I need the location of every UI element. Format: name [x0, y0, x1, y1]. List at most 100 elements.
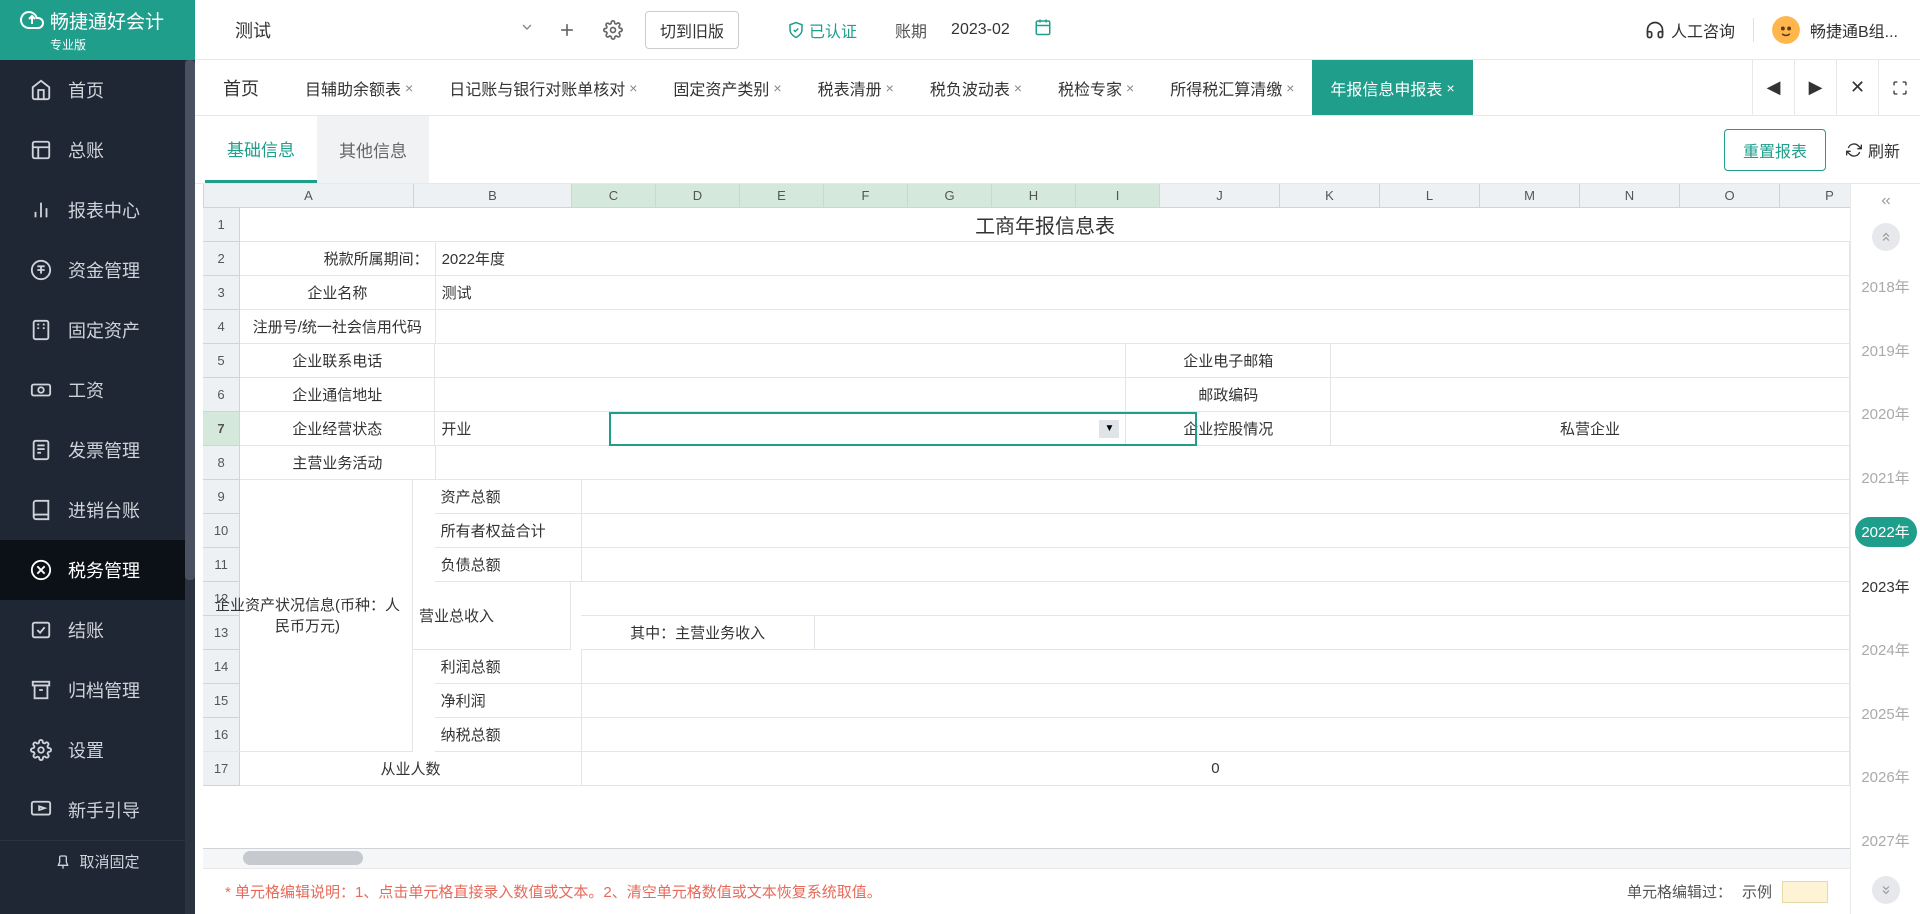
year-item-2026年[interactable]: 2026年 — [1851, 753, 1920, 801]
sub-tab-other[interactable]: 其他信息 — [317, 116, 429, 183]
status-select[interactable]: 开业▼ — [435, 412, 1126, 446]
add-button[interactable] — [553, 16, 581, 44]
tab-5[interactable]: 税检专家 × — [1040, 60, 1152, 115]
grid-body[interactable]: 1工商年报信息表2税款所属期间：2022年度3企业名称测试4注册号/统一社会信用… — [203, 208, 1850, 848]
sub-tab-basic[interactable]: 基础信息 — [205, 116, 317, 183]
company-selector[interactable]: 测试 — [235, 17, 535, 43]
column-header-I[interactable]: I — [1076, 184, 1160, 207]
column-header-J[interactable]: J — [1160, 184, 1280, 207]
sidebar-item-2[interactable]: 报表中心 — [0, 180, 195, 240]
column-header-H[interactable]: H — [992, 184, 1076, 207]
row-header-6[interactable]: 6 — [203, 378, 240, 412]
total-profit-value[interactable] — [582, 650, 1850, 684]
tabs-prev-button[interactable]: ◀ — [1752, 60, 1794, 116]
sidebar-item-0[interactable]: 首页 — [0, 60, 195, 120]
tab-close-icon[interactable]: × — [1126, 80, 1134, 96]
total-rev-value[interactable] — [581, 582, 1850, 616]
year-rail-collapse[interactable] — [1879, 194, 1893, 213]
sidebar-item-6[interactable]: 发票管理 — [0, 420, 195, 480]
holding-value[interactable]: 私营企业 — [1331, 412, 1850, 446]
main-biz-value[interactable] — [436, 446, 1850, 480]
reset-report-button[interactable]: 重置报表 — [1724, 129, 1826, 171]
sidebar-item-1[interactable]: 总账 — [0, 120, 195, 180]
tabs-close-button[interactable]: ✕ — [1836, 60, 1878, 116]
year-item-2027年[interactable]: 2027年 — [1851, 816, 1920, 864]
dropdown-icon[interactable]: ▼ — [1099, 420, 1119, 438]
column-header-N[interactable]: N — [1580, 184, 1680, 207]
tabs-next-button[interactable]: ▶ — [1794, 60, 1836, 116]
sidebar-item-9[interactable]: 结账 — [0, 600, 195, 660]
total-assets-value[interactable] — [582, 480, 1850, 514]
sidebar-scrollbar[interactable] — [185, 60, 195, 914]
sidebar-item-11[interactable]: 设置 — [0, 720, 195, 780]
column-header-C[interactable]: C — [572, 184, 656, 207]
year-item-2025年[interactable]: 2025年 — [1851, 689, 1920, 737]
tab-close-icon[interactable]: × — [629, 80, 637, 96]
tab-6[interactable]: 所得税汇算清缴 × — [1152, 60, 1312, 115]
main-rev-value[interactable] — [815, 616, 1850, 650]
tab-close-icon[interactable]: × — [886, 80, 894, 96]
reg-value[interactable] — [436, 310, 1850, 344]
row-header-1[interactable]: 1 — [203, 208, 240, 242]
total-liab-value[interactable] — [582, 548, 1850, 582]
sidebar-item-10[interactable]: 归档管理 — [0, 660, 195, 720]
phone-value[interactable] — [435, 344, 1126, 378]
tab-close-icon[interactable]: × — [405, 80, 413, 96]
column-header-D[interactable]: D — [656, 184, 740, 207]
year-item-2021年[interactable]: 2021年 — [1851, 453, 1920, 501]
column-header-E[interactable]: E — [740, 184, 824, 207]
net-profit-value[interactable] — [582, 684, 1850, 718]
tab-1[interactable]: 日记账与银行对账单核对 × — [431, 60, 655, 115]
year-item-2018年[interactable]: 2018年 — [1851, 263, 1920, 311]
fullscreen-button[interactable] — [1878, 60, 1920, 116]
row-header-7[interactable]: 7 — [203, 412, 240, 446]
year-item-2020年[interactable]: 2020年 — [1851, 390, 1920, 438]
year-item-2022年[interactable]: 2022年 — [1855, 517, 1917, 547]
tab-close-icon[interactable]: × — [1446, 80, 1454, 96]
year-item-2024年[interactable]: 2024年 — [1851, 626, 1920, 674]
sidebar-item-7[interactable]: 进销台账 — [0, 480, 195, 540]
year-prev-button[interactable] — [1872, 223, 1900, 251]
settings-gear-button[interactable] — [599, 16, 627, 44]
tab-4[interactable]: 税负波动表 × — [912, 60, 1040, 115]
tab-3[interactable]: 税表清册 × — [800, 60, 912, 115]
app-logo[interactable]: 畅捷通好会计 专业版 — [0, 0, 195, 60]
column-header-G[interactable]: G — [908, 184, 992, 207]
horizontal-scrollbar[interactable] — [203, 848, 1850, 868]
user-menu[interactable]: 畅捷通B组... — [1772, 16, 1898, 44]
tab-close-icon[interactable]: × — [1014, 80, 1022, 96]
tab-home[interactable]: 首页 — [195, 60, 287, 115]
row-header-4[interactable]: 4 — [203, 310, 240, 344]
unpin-sidebar-button[interactable]: 取消固定 — [0, 840, 195, 882]
period-value-cell[interactable]: 2022年度 — [436, 242, 1850, 276]
tab-0[interactable]: 目辅助余额表 × — [287, 60, 431, 115]
row-header-17[interactable]: 17 — [203, 752, 240, 786]
year-item-2023年[interactable]: 2023年 — [1851, 562, 1920, 610]
column-header-M[interactable]: M — [1480, 184, 1580, 207]
sidebar-item-4[interactable]: 固定资产 — [0, 300, 195, 360]
email-value[interactable] — [1331, 344, 1850, 378]
sidebar-item-8[interactable]: 税务管理 — [0, 540, 195, 600]
sidebar-item-3[interactable]: 资金管理 — [0, 240, 195, 300]
tab-7[interactable]: 年报信息申报表 × — [1312, 60, 1472, 115]
column-header-A[interactable]: A — [204, 184, 414, 207]
tab-2[interactable]: 固定资产类别 × — [655, 60, 799, 115]
tab-close-icon[interactable]: × — [1286, 80, 1294, 96]
row-header-2[interactable]: 2 — [203, 242, 240, 276]
row-header-3[interactable]: 3 — [203, 276, 240, 310]
refresh-button[interactable]: 刷新 — [1846, 138, 1900, 162]
zip-value[interactable] — [1331, 378, 1850, 412]
total-tax-value[interactable] — [582, 718, 1850, 752]
employees-value[interactable]: 0 — [582, 752, 1850, 786]
addr-value[interactable] — [435, 378, 1126, 412]
co-name-value[interactable]: 测试 — [436, 276, 1850, 310]
tab-close-icon[interactable]: × — [773, 80, 781, 96]
switch-old-version-button[interactable]: 切到旧版 — [645, 11, 739, 49]
column-header-K[interactable]: K — [1280, 184, 1380, 207]
row-header-8[interactable]: 8 — [203, 446, 240, 480]
row-header-5[interactable]: 5 — [203, 344, 240, 378]
column-header-F[interactable]: F — [824, 184, 908, 207]
sidebar-item-5[interactable]: 工资 — [0, 360, 195, 420]
calendar-icon[interactable] — [1034, 18, 1052, 41]
owner-equity-value[interactable] — [582, 514, 1850, 548]
